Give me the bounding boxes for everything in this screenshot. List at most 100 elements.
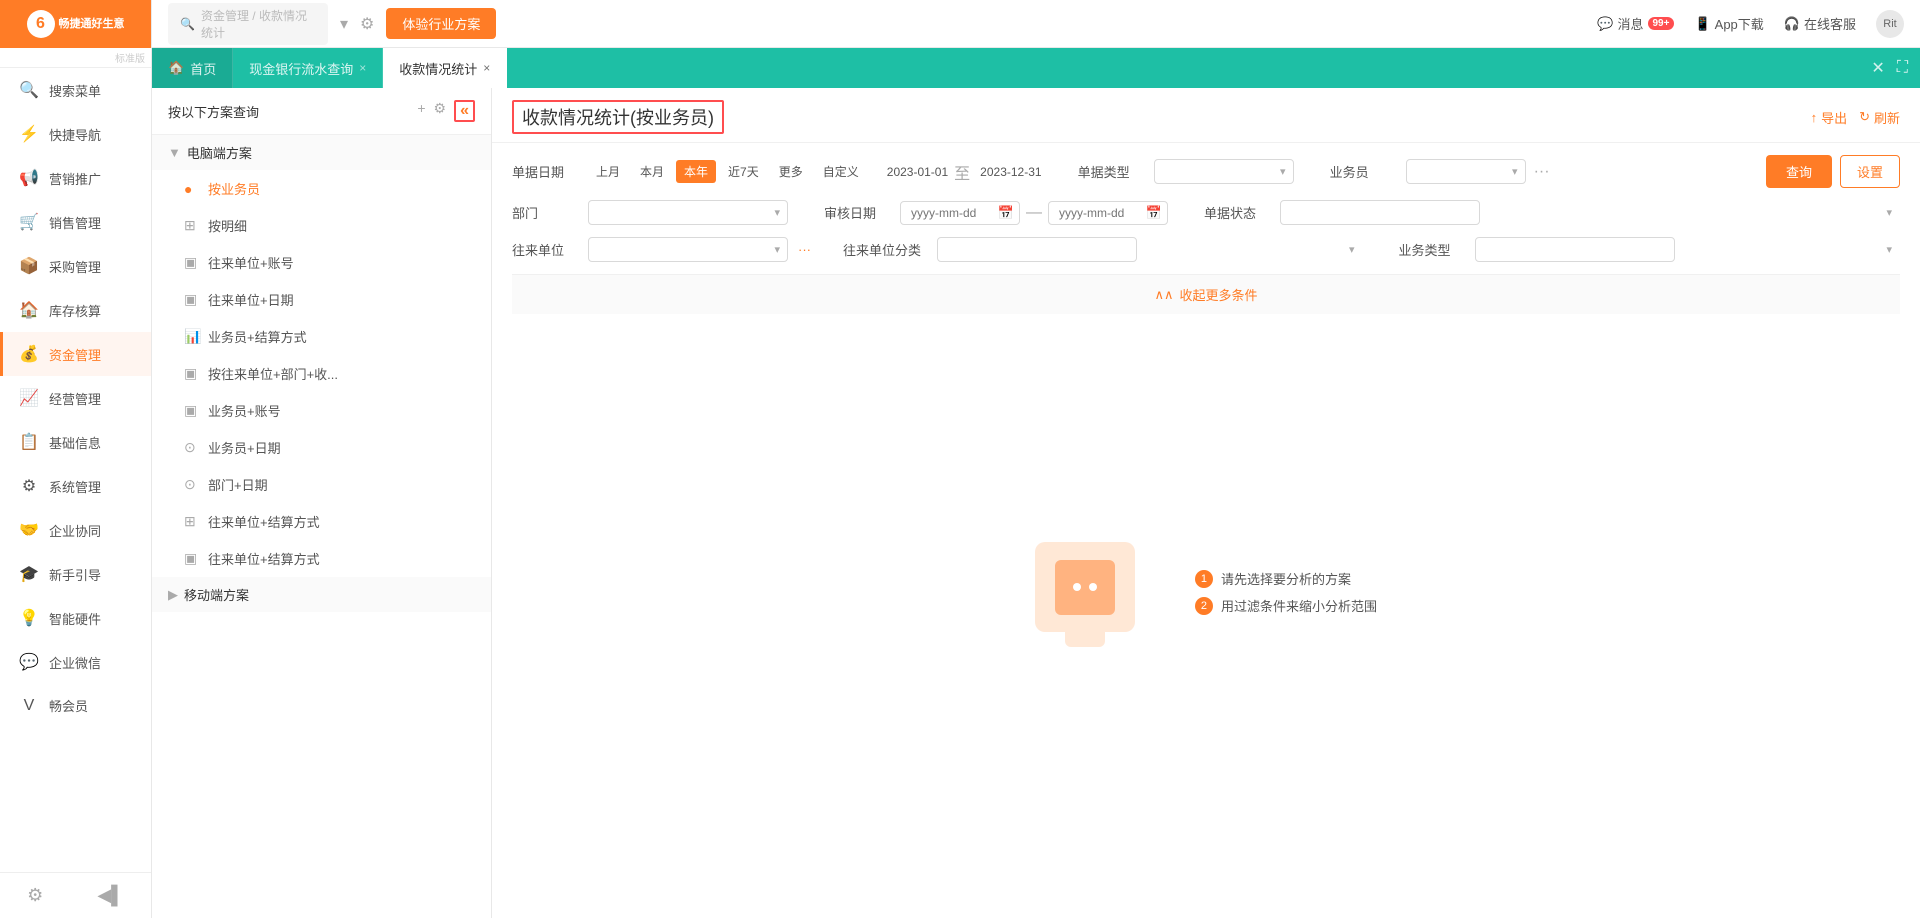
sidebar-item-search[interactable]: 🔍 搜索菜单 <box>0 68 151 112</box>
tabbar: 🏠 首页 现金银行流水查询 × 收款情况统计 × ✕ ⛶ <box>152 48 1920 88</box>
empty-illustration <box>1035 542 1155 642</box>
app-logo: 6 畅捷通好生意 <box>0 0 151 48</box>
tab-bank-flow[interactable]: 现金银行流水查询 × <box>233 48 383 88</box>
scheme-collapse-button[interactable]: « <box>454 100 475 122</box>
date-tab-7days[interactable]: 近7天 <box>720 160 767 183</box>
tab-bank-flow-close[interactable]: × <box>359 61 366 75</box>
scheme-item-salesperson-date[interactable]: ⊙ 业务员+日期 <box>152 429 491 466</box>
sidebar-item-guide[interactable]: 🎓 新手引导 <box>0 552 151 596</box>
topbar-search-icon: 🔍 <box>180 17 195 31</box>
topbar-gear-icon[interactable]: ⚙ <box>360 14 374 34</box>
topbar-breadcrumb: 资金管理 / 收款情况统计 <box>201 7 316 41</box>
scheme-add-button[interactable]: + <box>417 100 425 122</box>
robot-box <box>1035 542 1135 632</box>
scheme-settings-button[interactable]: ⚙ <box>434 100 447 122</box>
trial-plan-button[interactable]: 体验行业方案 <box>386 8 496 39</box>
scheme-item-icon-spd: ⊙ <box>184 439 200 456</box>
dept-select[interactable] <box>588 200 788 225</box>
tab-home[interactable]: 🏠 首页 <box>152 48 233 88</box>
marketing-icon: 📢 <box>19 168 39 188</box>
member-icon: V <box>19 697 39 715</box>
scheme-item-counterpart-settlement1[interactable]: ⊞ 往来单位+结算方式 <box>152 503 491 540</box>
robot-eyes <box>1073 583 1097 591</box>
business-type-select[interactable] <box>1475 237 1675 262</box>
sidebar-settings-btn[interactable]: ⚙ <box>19 881 51 910</box>
sidebar-item-purchase[interactable]: 📦 采购管理 <box>0 244 151 288</box>
sidebar-item-operations[interactable]: 📈 经营管理 <box>0 376 151 420</box>
sidebar-collapse-btn[interactable]: ◀▌ <box>89 881 132 910</box>
tab-maximize-icon[interactable]: ⛶ <box>1897 59 1908 77</box>
tab-close-all-icon[interactable]: ✕ <box>1871 58 1884 78</box>
filter-row-1: 单据日期 上月 本月 本年 近7天 更多 自定义 2023-01-01 至 20… <box>512 155 1900 188</box>
tab-collection-stats-close[interactable]: × <box>483 61 490 75</box>
query-button[interactable]: 查询 <box>1766 155 1832 188</box>
app-download-button[interactable]: 📱 App下载 <box>1694 14 1763 33</box>
scheme-item-counterpart-settlement2[interactable]: ▣ 往来单位+结算方式 <box>152 540 491 577</box>
filter-row-3: 往来单位 ··· 往来单位分类 业务类型 <box>512 237 1900 262</box>
filter-settings-button[interactable]: 设置 <box>1840 155 1900 188</box>
user-avatar[interactable]: Rit <box>1876 10 1904 38</box>
counterpart-class-select[interactable] <box>937 237 1137 262</box>
scheme-item-counterpart-dept[interactable]: ▣ 按往来单位+部门+收... <box>152 355 491 392</box>
date-tab-this-month[interactable]: 本月 <box>632 160 672 183</box>
date-end-display: 2023-12-31 <box>980 165 1041 179</box>
robot-chin <box>1065 632 1105 647</box>
sidebar-item-collab[interactable]: 🤝 企业协同 <box>0 508 151 552</box>
sidebar-item-hardware[interactable]: 💡 智能硬件 <box>0 596 151 640</box>
salesperson-select[interactable] <box>1406 159 1526 184</box>
scheme-item-icon-ca: ▣ <box>184 254 200 271</box>
counterpart-more-button[interactable]: ··· <box>798 242 811 257</box>
online-support-button[interactable]: 🎧 在线客服 <box>1784 14 1856 33</box>
scheme-item-by-salesperson[interactable]: ● 按业务员 <box>152 170 491 207</box>
scheme-item-salesperson-account[interactable]: ▣ 业务员+账号 <box>152 392 491 429</box>
date-tab-last-month[interactable]: 上月 <box>588 160 628 183</box>
single-type-select[interactable] <box>1154 159 1294 184</box>
sidebar-item-basic-info[interactable]: 📋 基础信息 <box>0 420 151 464</box>
scheme-item-counterpart-date[interactable]: ▣ 往来单位+日期 <box>152 281 491 318</box>
scheme-panel-title: 按以下方案查询 <box>168 102 259 121</box>
topbar-dropdown-arrow[interactable]: ▾ <box>340 14 348 34</box>
scheme-item-by-detail[interactable]: ⊞ 按明细 <box>152 207 491 244</box>
mobile-scheme-section-header[interactable]: ▶ 移动端方案 <box>152 577 491 612</box>
sidebar-item-system[interactable]: ⚙ 系统管理 <box>0 464 151 508</box>
page-title-row: 收款情况统计(按业务员) ↑ 导出 ↻ 刷新 <box>512 100 1900 134</box>
quicknav-icon: ⚡ <box>19 124 39 144</box>
date-tab-more[interactable]: 更多 <box>771 160 811 183</box>
export-button[interactable]: ↑ 导出 <box>1811 108 1848 127</box>
single-status-select[interactable] <box>1280 200 1480 225</box>
empty-state-area: 1 请先选择要分析的方案 2 用过滤条件来缩小分析范围 <box>492 326 1920 918</box>
counterpart-select[interactable] <box>588 237 788 262</box>
right-area: 收款情况统计(按业务员) ↑ 导出 ↻ 刷新 <box>492 88 1920 918</box>
empty-content: 1 请先选择要分析的方案 2 用过滤条件来缩小分析范围 <box>1035 542 1377 642</box>
sidebar-item-member[interactable]: V 畅会员 <box>0 684 151 727</box>
scheme-item-salesperson-settlement[interactable]: 📊 业务员+结算方式 <box>152 318 491 355</box>
sidebar-item-sales[interactable]: 🛒 销售管理 <box>0 200 151 244</box>
scheme-item-icon-spa: ▣ <box>184 402 200 419</box>
step-2-num: 2 <box>1195 597 1213 615</box>
tabbar-actions: ✕ ⛶ <box>1859 48 1920 88</box>
sidebar-item-wechat[interactable]: 💬 企业微信 <box>0 640 151 684</box>
messages-icon: 💬 <box>1597 16 1613 32</box>
salesperson-more-icon[interactable]: ··· <box>1534 163 1550 181</box>
desktop-section-arrow: ▼ <box>168 145 181 160</box>
calendar-start-icon: 📅 <box>998 205 1014 221</box>
messages-button[interactable]: 💬 消息 99+ <box>1597 14 1674 33</box>
logo-icon: 6 <box>27 10 55 38</box>
robot-eye-right <box>1089 583 1097 591</box>
date-tab-this-year[interactable]: 本年 <box>676 160 716 183</box>
tab-collection-stats[interactable]: 收款情况统计 × <box>383 48 507 88</box>
sidebar-item-quicknav[interactable]: ⚡ 快捷导航 <box>0 112 151 156</box>
sidebar-item-marketing[interactable]: 📢 营销推广 <box>0 156 151 200</box>
scheme-item-dept-date[interactable]: ⊙ 部门+日期 <box>152 466 491 503</box>
sidebar-item-finance[interactable]: 💰 资金管理 <box>0 332 151 376</box>
refresh-button[interactable]: ↻ 刷新 <box>1859 108 1900 127</box>
empty-step-1: 1 请先选择要分析的方案 <box>1195 569 1377 588</box>
date-tab-custom[interactable]: 自定义 <box>815 160 867 183</box>
collapse-bar[interactable]: ∧∧ 收起更多条件 <box>512 274 1900 314</box>
salesperson-label: 业务员 <box>1330 162 1390 181</box>
topbar-search-box[interactable]: 🔍 资金管理 / 收款情况统计 <box>168 3 328 45</box>
desktop-scheme-section-header[interactable]: ▼ 电脑端方案 <box>152 135 491 170</box>
sidebar-item-inventory[interactable]: 🏠 库存核算 <box>0 288 151 332</box>
scheme-item-counterpart-account[interactable]: ▣ 往来单位+账号 <box>152 244 491 281</box>
robot-eye-left <box>1073 583 1081 591</box>
